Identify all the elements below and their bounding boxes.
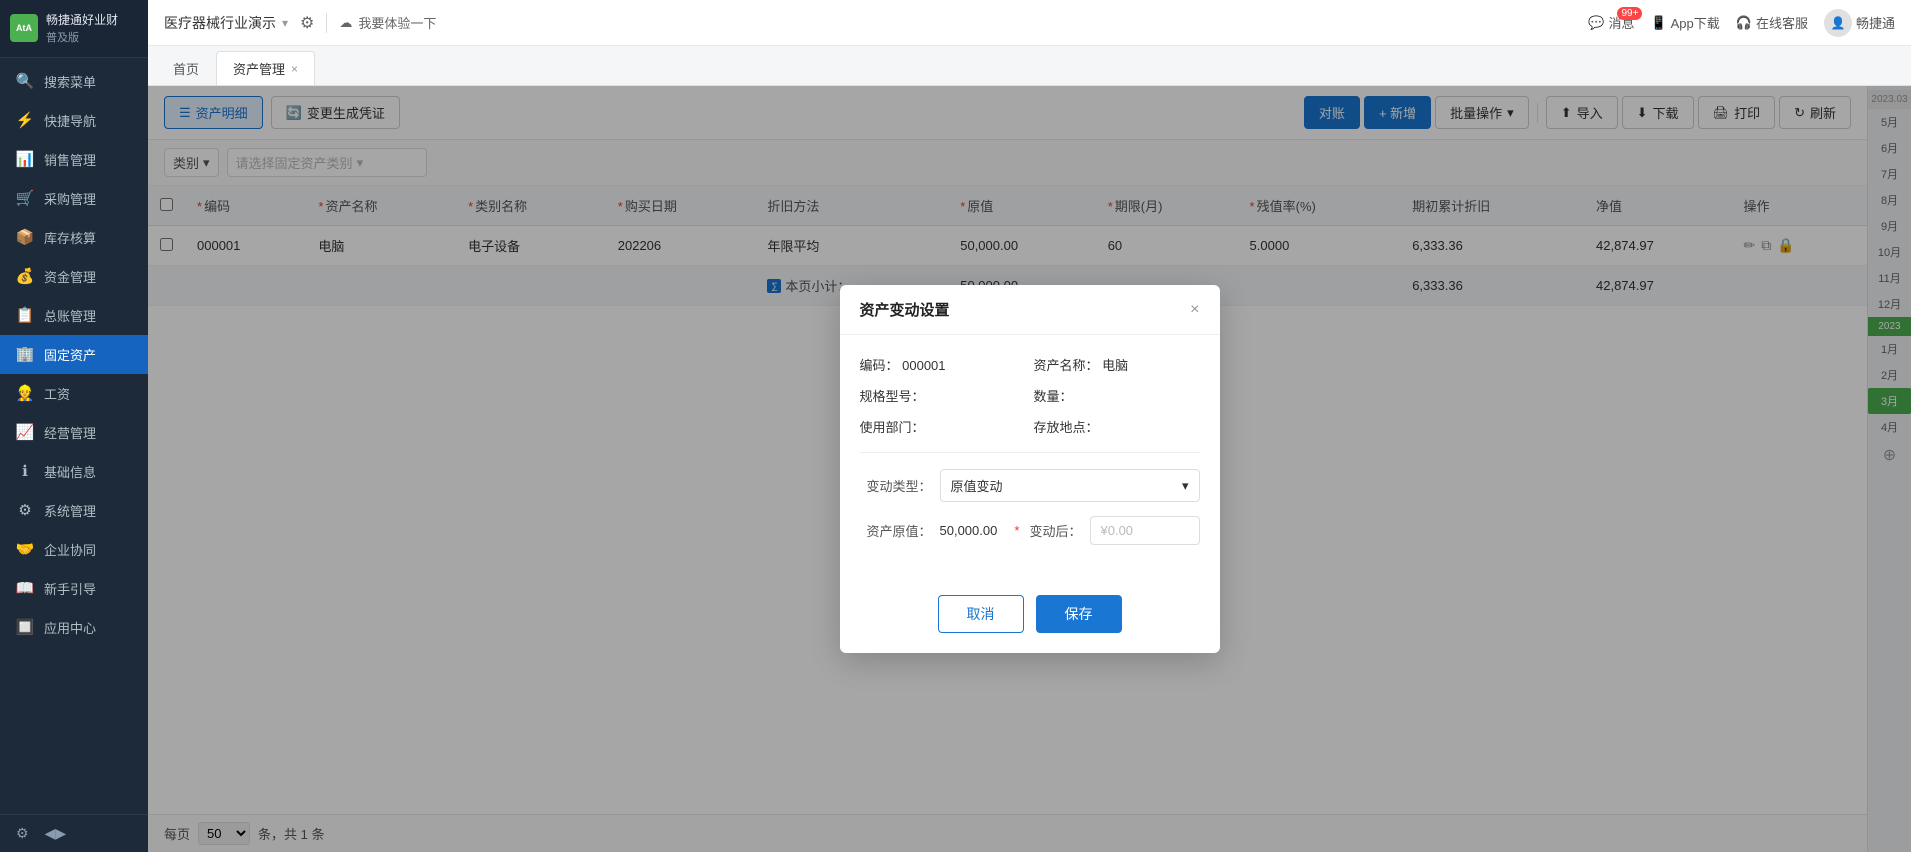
cloud-icon: ☁ [339,15,352,31]
operations-icon: 📈 [16,423,34,441]
mobile-icon: 📱 [1650,15,1666,31]
dialog-title: 资产变动设置 [860,299,950,320]
original-value-row: 资产原值： 50,000.00 * 变动后： [860,516,1200,545]
sidebar-header: AtA 畅捷通好业财 普及版 [0,0,148,58]
app-download-btn[interactable]: 📱 App下载 [1650,13,1719,32]
inventory-icon: 📦 [16,228,34,246]
dropdown-icon[interactable]: ▾ [282,16,288,30]
dialog-close-btn[interactable]: × [1190,301,1199,319]
sidebar-item-payroll[interactable]: 👷 工资 [0,374,148,413]
sidebar-item-basic-info[interactable]: ℹ 基础信息 [0,452,148,491]
quick-nav-icon: ⚡ [16,111,34,129]
sidebar: AtA 畅捷通好业财 普及版 🔍 搜索菜单 ⚡ 快捷导航 📊 销售管理 🛒 [0,0,148,852]
sales-icon: 📊 [16,150,34,168]
topbar-divider [326,13,327,33]
sidebar-item-sales[interactable]: 📊 销售管理 [0,140,148,179]
purchase-icon: 🛒 [16,189,34,207]
tab-asset-mgmt[interactable]: 资产管理 × [216,51,315,85]
dialog-header: 资产变动设置 × [840,285,1220,335]
main-content: 医疗器械行业演示 ▾ ⚙ ☁ 我要体验一下 💬 消息 99+ 📱 App下载 [148,0,1911,852]
experience-btn[interactable]: ☁ 我要体验一下 [339,13,436,32]
change-type-row: 变动类型： 原值变动 ▾ [860,469,1200,502]
original-value-display: 50,000.00 [940,523,1007,538]
sidebar-nav: 🔍 搜索菜单 ⚡ 快捷导航 📊 销售管理 🛒 采购管理 📦 库存核算 💰 [0,58,148,814]
dialog-location-field: 存放地点： [1034,417,1200,436]
user-btn[interactable]: 👤 畅捷通 [1824,9,1895,37]
ledger-icon: 📋 [16,306,34,324]
sidebar-footer: ⚙ ◀▶ [0,814,148,852]
modal-overlay: 资产变动设置 × 编码： 000001 [148,86,1911,852]
sidebar-item-quicknav[interactable]: ⚡ 快捷导航 [0,101,148,140]
topbar-right: 💬 消息 99+ 📱 App下载 🎧 在线客服 👤 畅捷通 [1588,9,1895,37]
page-content: ☰ 资产明细 🔄 变更生成凭证 对账 + 新增 [148,86,1911,852]
dialog-quantity-field: 数量： [1034,386,1200,405]
tab-home[interactable]: 首页 [156,51,216,85]
tabbar: 首页 资产管理 × [148,46,1911,86]
after-change-input[interactable] [1090,516,1200,545]
dialog-code-field: 编码： 000001 [860,355,1026,374]
save-btn[interactable]: 保存 [1036,595,1122,633]
fixed-assets-icon: 🏢 [16,345,34,363]
company-name: 医疗器械行业演示 ▾ [164,13,288,33]
dialog-body: 编码： 000001 资产名称： 电脑 [840,335,1220,579]
dialog-spec-field: 规格型号： [860,386,1026,405]
cancel-btn[interactable]: 取消 [938,595,1024,633]
sidebar-item-operations[interactable]: 📈 经营管理 [0,413,148,452]
topbar-settings-icon[interactable]: ⚙ [300,13,314,33]
tab-close-icon[interactable]: × [291,62,298,76]
guide-icon: 📖 [16,579,34,597]
messages-badge: 99+ [1617,7,1642,20]
search-icon: 🔍 [16,72,34,90]
cooperation-icon: 🤝 [16,540,34,558]
sidebar-item-search[interactable]: 🔍 搜索菜单 [0,62,148,101]
sidebar-item-finance[interactable]: 💰 资金管理 [0,257,148,296]
messages-btn[interactable]: 💬 消息 99+ [1588,13,1634,32]
app-logo-icon: AtA [10,14,38,42]
asset-change-dialog: 资产变动设置 × 编码： 000001 [840,285,1220,653]
system-icon: ⚙ [16,501,34,519]
sidebar-item-cooperation[interactable]: 🤝 企业协同 [0,530,148,569]
sidebar-item-guide[interactable]: 📖 新手引导 [0,569,148,608]
required-star: * [1014,523,1019,538]
dialog-department-field: 使用部门： [860,417,1026,436]
dialog-footer: 取消 保存 [840,579,1220,653]
service-btn[interactable]: 🎧 在线客服 [1736,13,1808,32]
settings-footer-icon[interactable]: ⚙ [16,825,29,842]
message-icon: 💬 [1588,15,1604,31]
dialog-asset-name-field: 资产名称： 电脑 [1034,355,1200,374]
basic-info-icon: ℹ [16,462,34,480]
collapse-sidebar-icon[interactable]: ◀▶ [45,825,67,842]
service-icon: 🎧 [1736,15,1752,31]
sidebar-item-ledger[interactable]: 📋 总账管理 [0,296,148,335]
change-type-select[interactable]: 原值变动 ▾ [940,469,1200,502]
finance-icon: 💰 [16,267,34,285]
dialog-info-grid: 编码： 000001 资产名称： 电脑 [860,355,1200,436]
payroll-icon: 👷 [16,384,34,402]
topbar: 医疗器械行业演示 ▾ ⚙ ☁ 我要体验一下 💬 消息 99+ 📱 App下载 [148,0,1911,46]
sidebar-item-system[interactable]: ⚙ 系统管理 [0,491,148,530]
select-dropdown-icon: ▾ [1182,478,1189,494]
dialog-divider [860,452,1200,453]
avatar: 👤 [1824,9,1852,37]
sidebar-item-inventory[interactable]: 📦 库存核算 [0,218,148,257]
app-center-icon: 🔲 [16,618,34,636]
sidebar-item-purchase[interactable]: 🛒 采购管理 [0,179,148,218]
sidebar-item-app-center[interactable]: 🔲 应用中心 [0,608,148,647]
sidebar-item-fixed-assets[interactable]: 🏢 固定资产 [0,335,148,374]
app-logo-text: 畅捷通好业财 普及版 [46,12,118,45]
